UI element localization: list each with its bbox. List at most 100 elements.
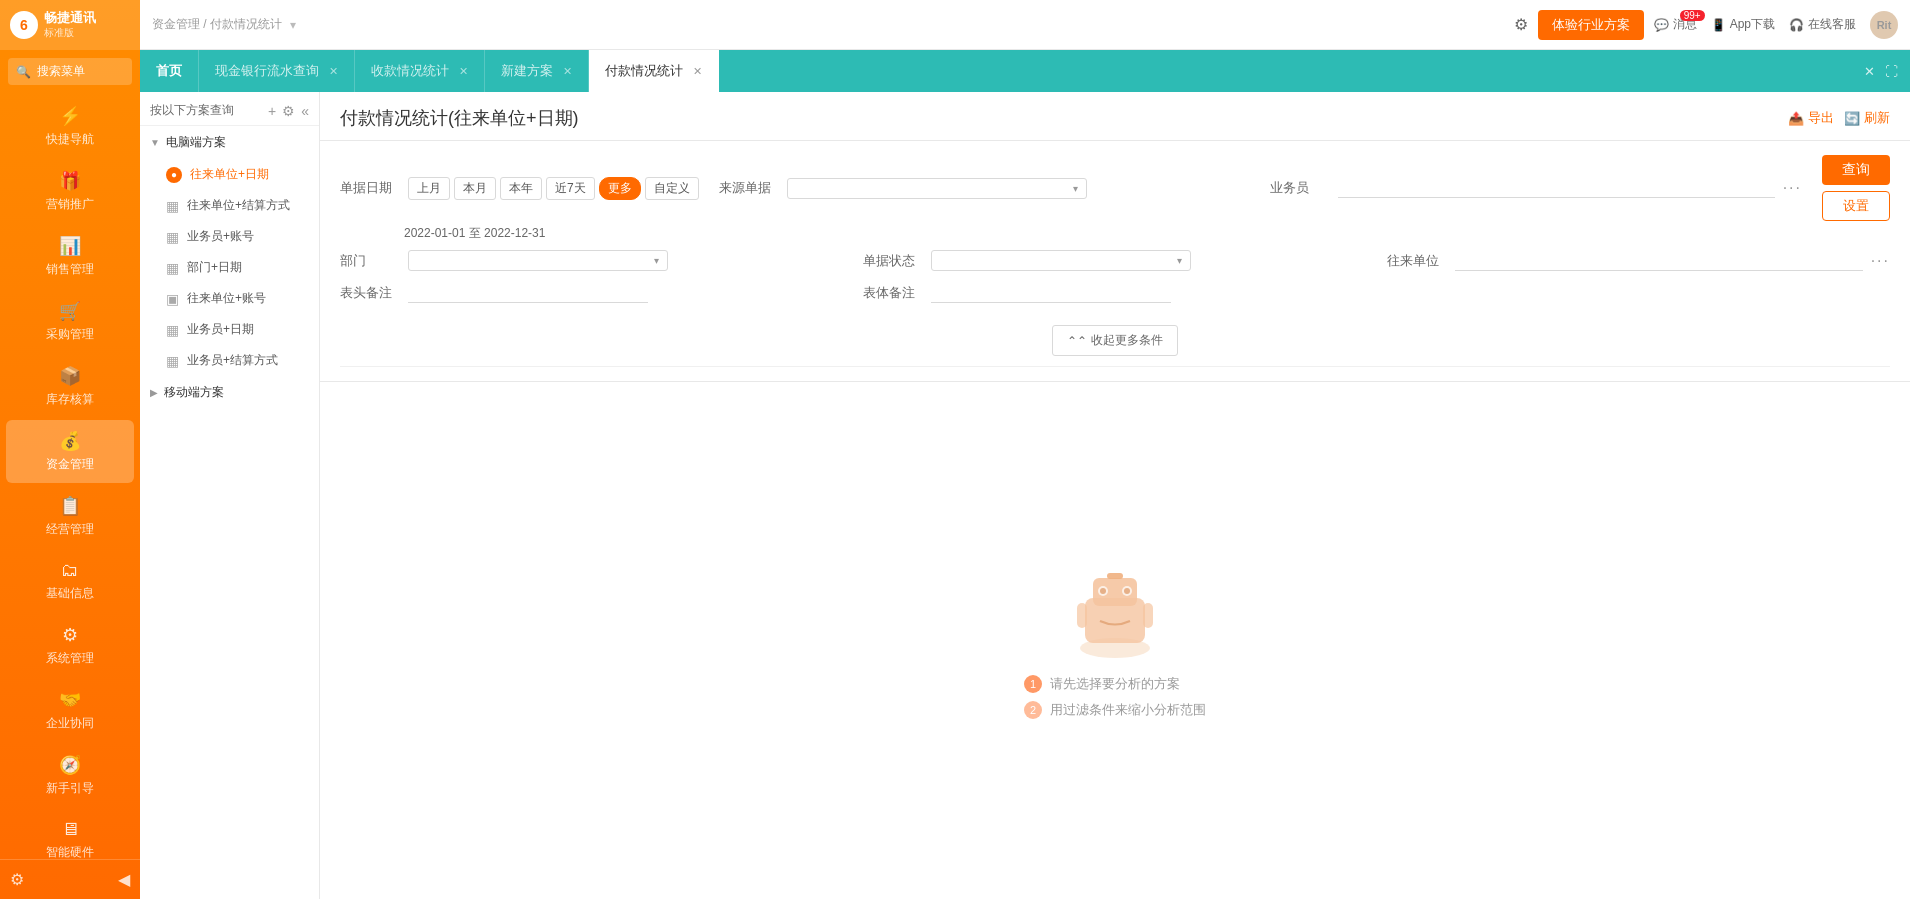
tab-close-cash-flow[interactable]: ✕ bbox=[329, 65, 338, 78]
sidebar-item-purchase[interactable]: 🛒 采购管理 bbox=[6, 290, 134, 353]
desktop-scheme-group-header[interactable]: ▼ 电脑端方案 bbox=[140, 126, 319, 159]
refresh-icon: 🔄 bbox=[1844, 111, 1860, 126]
body-note-label: 表体备注 bbox=[863, 284, 923, 302]
user-avatar[interactable]: Rit bbox=[1870, 11, 1898, 39]
scheme-icon-counterpart-account: ▣ bbox=[166, 291, 179, 307]
sidebar-item-finance[interactable]: 💰 资金管理 bbox=[6, 420, 134, 483]
collapse-up-icon: ⌃⌃ bbox=[1067, 334, 1087, 348]
tab-new-scheme[interactable]: 新建方案 ✕ bbox=[485, 50, 589, 92]
scheme-add-button[interactable]: + bbox=[268, 103, 276, 119]
body-note-input[interactable] bbox=[931, 283, 1171, 303]
tab-close-new-scheme[interactable]: ✕ bbox=[563, 65, 572, 78]
empty-robot-svg bbox=[1055, 563, 1175, 663]
sidebar-item-quick-nav[interactable]: ⚡ 快捷导航 bbox=[6, 95, 134, 158]
date-this-month-btn[interactable]: 本月 bbox=[454, 177, 496, 200]
source-select[interactable]: ▾ bbox=[787, 178, 1087, 199]
header-note-input[interactable] bbox=[408, 283, 648, 303]
operation-icon: 📋 bbox=[59, 495, 81, 517]
date-custom-btn[interactable]: 自定义 bbox=[645, 177, 699, 200]
scheme-settings-button[interactable]: ⚙ bbox=[282, 103, 295, 119]
sidebar-collapse-button[interactable]: ◀ bbox=[118, 870, 130, 889]
tab-close-payment-stats[interactable]: ✕ bbox=[693, 65, 702, 78]
date-more-btn[interactable]: 更多 bbox=[599, 177, 641, 200]
status-select[interactable]: ▾ bbox=[931, 250, 1191, 271]
message-badge: 99+ bbox=[1680, 10, 1705, 21]
tab-close-receipt-stats[interactable]: ✕ bbox=[459, 65, 468, 78]
sidebar-item-guide[interactable]: 🧭 新手引导 bbox=[6, 744, 134, 807]
active-scheme-dot: ● bbox=[166, 167, 182, 183]
counterpart-input[interactable] bbox=[1455, 251, 1863, 271]
collapse-filter-button[interactable]: ⌃⌃ 收起更多条件 bbox=[1052, 325, 1178, 356]
message-button[interactable]: 💬 消息 99+ bbox=[1654, 16, 1697, 33]
empty-tips: 1 请先选择要分析的方案 2 用过滤条件来缩小分析范围 bbox=[1024, 675, 1206, 719]
date-last-month-btn[interactable]: 上月 bbox=[408, 177, 450, 200]
date-filter-item: 单据日期 上月 本月 本年 近7天 更多 自定义 bbox=[340, 177, 699, 200]
sidebar-item-corp[interactable]: 🤝 企业协同 bbox=[6, 679, 134, 742]
mobile-scheme-group-header[interactable]: ▶ 移动端方案 bbox=[140, 376, 319, 409]
scheme-item-counterpart-settle[interactable]: ▦ 往来单位+结算方式 bbox=[140, 190, 319, 221]
empty-tip-2: 2 用过滤条件来缩小分析范围 bbox=[1024, 701, 1206, 719]
desktop-scheme-group: ▼ 电脑端方案 ● 往来单位+日期 ▦ 往来单位+结算方式 ▦ 业务员+账号 ▦ bbox=[140, 126, 319, 376]
content-area: 按以下方案查询 + ⚙ « ▼ 电脑端方案 ● 往来单位+日期 ▦ bbox=[140, 92, 1910, 899]
scheme-item-counterpart-date[interactable]: ● 往来单位+日期 bbox=[140, 159, 319, 190]
dept-filter-item: 部门 ▾ bbox=[340, 250, 843, 271]
sidebar-search-area: 🔍 搜索菜单 bbox=[0, 50, 140, 93]
sidebar-logo: 6 畅捷通讯 标准版 bbox=[0, 0, 140, 50]
sidebar-item-sales[interactable]: 📊 销售管理 bbox=[6, 225, 134, 288]
tab-cash-flow[interactable]: 现金银行流水查询 ✕ bbox=[199, 50, 355, 92]
scheme-item-counterpart-account[interactable]: ▣ 往来单位+账号 bbox=[140, 283, 319, 314]
tip-number-1: 1 bbox=[1024, 675, 1042, 693]
scheme-item-dept-date[interactable]: ▦ 部门+日期 bbox=[140, 252, 319, 283]
message-icon: 💬 bbox=[1654, 18, 1669, 32]
guide-icon: 🧭 bbox=[59, 754, 81, 776]
online-service-button[interactable]: 🎧 在线客服 bbox=[1789, 16, 1856, 33]
scheme-collapse-button[interactable]: « bbox=[301, 103, 309, 119]
phone-icon: 📱 bbox=[1711, 18, 1726, 32]
filter-row-2: 部门 ▾ 单据状态 ▾ 往来单位 bbox=[340, 250, 1890, 271]
scheme-icon-salesman-settle: ▦ bbox=[166, 353, 179, 369]
finance-icon: 💰 bbox=[59, 430, 81, 452]
scheme-item-salesman-settle[interactable]: ▦ 业务员+结算方式 bbox=[140, 345, 319, 376]
sidebar-item-inventory[interactable]: 📦 库存核算 bbox=[6, 355, 134, 418]
sidebar-item-operation[interactable]: 📋 经营管理 bbox=[6, 485, 134, 548]
status-filter-item: 单据状态 ▾ bbox=[863, 250, 1366, 271]
salesman-input[interactable] bbox=[1338, 178, 1774, 198]
fullscreen-icon[interactable]: ⛶ bbox=[1885, 64, 1898, 79]
scheme-panel: 按以下方案查询 + ⚙ « ▼ 电脑端方案 ● 往来单位+日期 ▦ bbox=[140, 92, 320, 899]
tab-receipt-stats[interactable]: 收款情况统计 ✕ bbox=[355, 50, 485, 92]
scheme-panel-header: 按以下方案查询 + ⚙ « bbox=[140, 92, 319, 126]
dept-select[interactable]: ▾ bbox=[408, 250, 668, 271]
page-title: 付款情况统计(往来单位+日期) bbox=[340, 106, 579, 130]
topbar-settings-icon[interactable]: ⚙ bbox=[1514, 15, 1528, 34]
status-select-arrow-icon: ▾ bbox=[1177, 255, 1182, 266]
search-menu-button[interactable]: 🔍 搜索菜单 bbox=[8, 58, 132, 85]
export-icon: 📤 bbox=[1788, 111, 1804, 126]
sidebar-item-basic[interactable]: 🗂 基础信息 bbox=[6, 550, 134, 612]
purchase-icon: 🛒 bbox=[59, 300, 81, 322]
sidebar-item-system[interactable]: ⚙ 系统管理 bbox=[6, 614, 134, 677]
status-label: 单据状态 bbox=[863, 252, 923, 270]
tab-payment-stats[interactable]: 付款情况统计 ✕ bbox=[589, 50, 719, 92]
empty-tip-1: 1 请先选择要分析的方案 bbox=[1024, 675, 1206, 693]
date-7days-btn[interactable]: 近7天 bbox=[546, 177, 595, 200]
counterpart-dots-button[interactable]: ··· bbox=[1871, 252, 1890, 270]
refresh-button[interactable]: 🔄 刷新 bbox=[1844, 109, 1890, 127]
dept-label: 部门 bbox=[340, 252, 400, 270]
date-this-year-btn[interactable]: 本年 bbox=[500, 177, 542, 200]
tip-number-2: 2 bbox=[1024, 701, 1042, 719]
sidebar-bottom: ⚙ ◀ bbox=[0, 859, 140, 899]
trial-button[interactable]: 体验行业方案 bbox=[1538, 10, 1644, 40]
tab-home[interactable]: 首页 bbox=[140, 50, 199, 92]
query-button[interactable]: 查询 bbox=[1822, 155, 1890, 185]
export-button[interactable]: 📤 导出 bbox=[1788, 109, 1834, 127]
sidebar-item-marketing[interactable]: 🎁 营销推广 bbox=[6, 160, 134, 223]
scheme-item-salesman-account[interactable]: ▦ 业务员+账号 bbox=[140, 221, 319, 252]
close-window-icon[interactable]: ✕ bbox=[1864, 64, 1875, 79]
dept-select-arrow-icon: ▾ bbox=[654, 255, 659, 266]
salesman-dots-button[interactable]: ··· bbox=[1783, 179, 1802, 197]
filter-settings-button[interactable]: 设置 bbox=[1822, 191, 1890, 221]
sidebar-item-hardware[interactable]: 🖥 智能硬件 bbox=[6, 809, 134, 859]
sidebar-settings-button[interactable]: ⚙ bbox=[10, 870, 24, 889]
app-download-button[interactable]: 📱 App下载 bbox=[1711, 16, 1775, 33]
scheme-item-salesman-date[interactable]: ▦ 业务员+日期 bbox=[140, 314, 319, 345]
